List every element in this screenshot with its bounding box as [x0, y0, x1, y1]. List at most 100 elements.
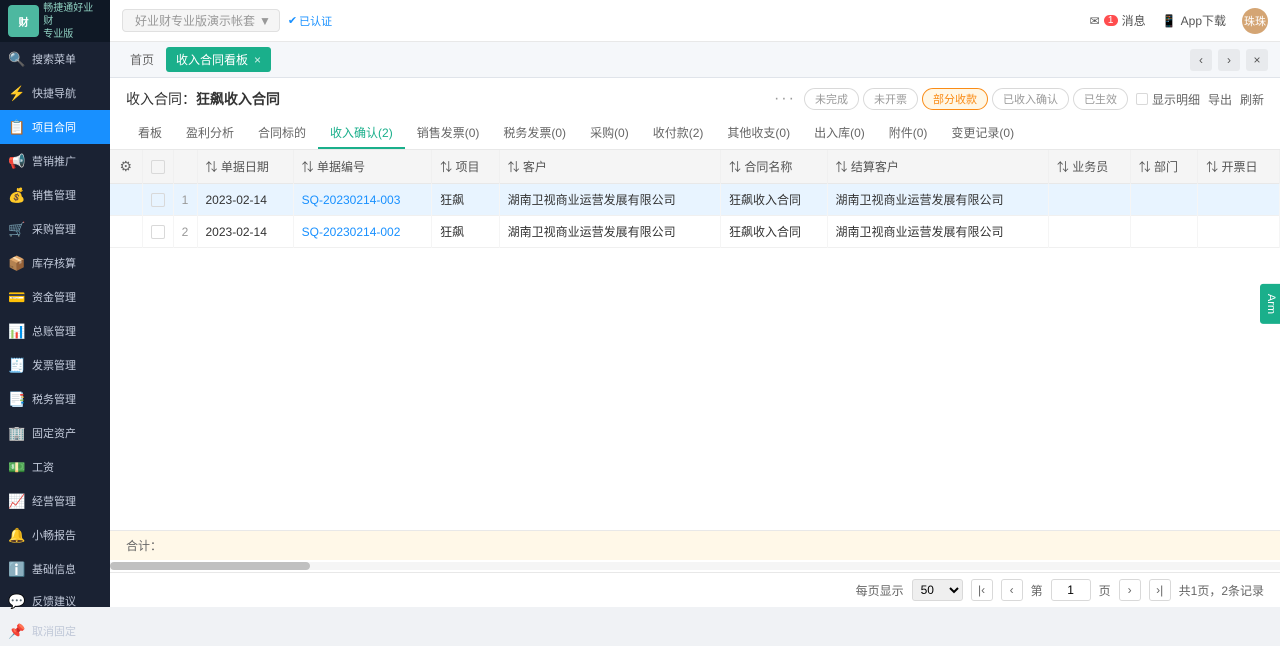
table-row[interactable]: 2 2023-02-14 SQ-20230214-002 狂飙 湖南卫视商业运营…: [110, 216, 1280, 248]
sub-tab-11[interactable]: 变更记录(0): [939, 118, 1026, 149]
sub-tab-1[interactable]: 盈利分析: [174, 118, 246, 149]
status-btn-effective[interactable]: 已生效: [1073, 88, 1128, 110]
sidebar-item-营销推广[interactable]: 📢 营销推广: [0, 144, 110, 178]
avatar: 珠珠: [1242, 8, 1268, 34]
more-btn[interactable]: ···: [774, 90, 796, 108]
sidebar-item-快捷导航[interactable]: ⚡ 快捷导航: [0, 76, 110, 110]
cell-date-0: 2023-02-14: [197, 184, 293, 216]
sidebar-item-feedback[interactable]: 💬 反馈建议: [0, 586, 110, 616]
sidebar-item-unpin[interactable]: 📌 取消固定: [0, 616, 110, 646]
cell-num-1: 2: [173, 216, 197, 248]
status-btn-uninvoiced[interactable]: 未开票: [863, 88, 918, 110]
app-download-btn[interactable]: 📱 App下载: [1162, 12, 1226, 29]
th-order-sort[interactable]: ⇅ 单据编号: [302, 160, 365, 174]
sub-tab-8[interactable]: 其他收支(0): [715, 118, 802, 149]
topbar: 好业财专业版演示帐套 ▼ ✔ 已认证 ✉ 1 消息 📱 App下载 珠珠: [110, 0, 1280, 42]
table-container[interactable]: ⚙ ⇅ 单据日期 ⇅ 单据编号 ⇅ 项目: [110, 150, 1280, 530]
tab-close-icon[interactable]: ×: [254, 53, 261, 67]
order-link-1[interactable]: SQ-20230214-002: [302, 225, 401, 239]
status-btn-partial[interactable]: 部分收款: [922, 88, 988, 110]
page-input[interactable]: [1051, 579, 1091, 601]
th-open-date-sort[interactable]: ⇅ 开票日: [1206, 160, 1257, 174]
th-date-sort[interactable]: ⇅ 单据日期: [206, 160, 269, 174]
sidebar-item-基础信息[interactable]: ℹ️ 基础信息: [0, 552, 110, 586]
tab-next-btn[interactable]: ›: [1218, 49, 1240, 71]
table-row[interactable]: 1 2023-02-14 SQ-20230214-003 狂飙 湖南卫视商业运营…: [110, 184, 1280, 216]
sidebar-icon-14: 🔔: [8, 526, 26, 544]
sidebar-icon-10: 📑: [8, 390, 26, 408]
th-project: ⇅ 项目: [432, 150, 499, 184]
th-settlement-sort[interactable]: ⇅ 结算客户: [836, 160, 899, 174]
page-next-btn[interactable]: ›: [1119, 579, 1141, 601]
th-contract-sort[interactable]: ⇅ 合同名称: [729, 160, 792, 174]
sidebar-item-库存核算[interactable]: 📦 库存核算: [0, 246, 110, 280]
sidebar-item-经营管理[interactable]: 📈 经营管理: [0, 484, 110, 518]
tab-contract-board[interactable]: 收入合同看板 ×: [166, 47, 271, 72]
sidebar-icon-3: 📢: [8, 152, 26, 170]
sub-tab-9[interactable]: 出入库(0): [802, 118, 877, 149]
page-first-btn[interactable]: |‹: [971, 579, 993, 601]
sidebar-item-税务管理[interactable]: 📑 税务管理: [0, 382, 110, 416]
sub-tab-7[interactable]: 收付款(2): [641, 118, 716, 149]
sidebar-item-固定资产[interactable]: 🏢 固定资产: [0, 416, 110, 450]
per-page-select[interactable]: 50 100 200: [912, 579, 963, 601]
right-float-action[interactable]: Arm: [1260, 283, 1280, 323]
status-btn-uncompleted[interactable]: 未完成: [804, 88, 859, 110]
sidebar-item-工资[interactable]: 💵 工资: [0, 450, 110, 484]
table-footer: 合计：: [110, 530, 1280, 560]
topbar-right: ✉ 1 消息 📱 App下载 珠珠: [1090, 8, 1268, 34]
avatar-text: 珠珠: [1244, 13, 1266, 29]
export-btn[interactable]: 导出: [1208, 91, 1232, 108]
sub-tab-5[interactable]: 税务发票(0): [491, 118, 578, 149]
sidebar-item-销售管理[interactable]: 💰 销售管理: [0, 178, 110, 212]
tab-close-btn[interactable]: ×: [1246, 49, 1268, 71]
show-detail-checkbox[interactable]: [1136, 93, 1148, 105]
th-date: ⇅ 单据日期: [197, 150, 293, 184]
sidebar-label-3: 营销推广: [32, 153, 76, 169]
sub-tab-10[interactable]: 附件(0): [877, 118, 940, 149]
sub-tab-2[interactable]: 合同标的: [246, 118, 318, 149]
show-detail: 显示明细: [1136, 91, 1200, 108]
sidebar-item-资金管理[interactable]: 💳 资金管理: [0, 280, 110, 314]
order-link-0[interactable]: SQ-20230214-003: [302, 193, 401, 207]
th-settings[interactable]: ⚙: [110, 150, 142, 184]
sidebar-label-7: 资金管理: [32, 289, 76, 305]
message-btn[interactable]: ✉ 1 消息: [1090, 12, 1146, 29]
sub-tab-4[interactable]: 销售发票(0): [405, 118, 492, 149]
status-btn-confirmed[interactable]: 已收入确认: [992, 88, 1069, 110]
sidebar-item-总账管理[interactable]: 📊 总账管理: [0, 314, 110, 348]
page-prev-btn[interactable]: ‹: [1001, 579, 1023, 601]
sidebar-item-小畅报告[interactable]: 🔔 小畅报告: [0, 518, 110, 552]
sub-tab-0[interactable]: 看板: [126, 118, 174, 149]
header-checkbox[interactable]: [151, 160, 165, 174]
th-project-sort[interactable]: ⇅ 项目: [440, 160, 479, 174]
row-checkbox-1[interactable]: [151, 225, 165, 239]
settings-icon[interactable]: ⚙: [119, 158, 132, 174]
cell-order-0: SQ-20230214-003: [293, 184, 432, 216]
tab-prev-btn[interactable]: ‹: [1190, 49, 1212, 71]
th-dept-sort[interactable]: ⇅ 部门: [1139, 160, 1178, 174]
sidebar-icon-1: ⚡: [8, 84, 26, 102]
horizontal-scrollbar[interactable]: [110, 562, 1280, 570]
scrollbar-thumb[interactable]: [110, 562, 310, 570]
sidebar-item-采购管理[interactable]: 🛒 采购管理: [0, 212, 110, 246]
tab-home[interactable]: 首页: [122, 47, 162, 72]
page-last-btn[interactable]: ›|: [1149, 579, 1171, 601]
sub-tab-3[interactable]: 收入确认(2): [318, 118, 405, 149]
row-checkbox-0[interactable]: [151, 193, 165, 207]
page-title-row: 收入合同： 狂飙收入合同 ··· 未完成未开票部分收款已收入确认已生效 显示明细…: [126, 88, 1264, 110]
cell-order-1: SQ-20230214-002: [293, 216, 432, 248]
sidebar-label-11: 固定资产: [32, 425, 76, 441]
sidebar-item-项目合同[interactable]: 📋 项目合同: [0, 110, 110, 144]
sidebar-item-搜索菜单[interactable]: 🔍 搜索菜单: [0, 42, 110, 76]
refresh-btn[interactable]: 刷新: [1240, 91, 1264, 108]
user-avatar-btn[interactable]: 珠珠: [1242, 8, 1268, 34]
th-customer-sort[interactable]: ⇅ 客户: [508, 160, 547, 174]
table-header-row: ⚙ ⇅ 单据日期 ⇅ 单据编号 ⇅ 项目: [110, 150, 1280, 184]
th-salesman-sort[interactable]: ⇅ 业务员: [1057, 160, 1108, 174]
company-selector[interactable]: 好业财专业版演示帐套 ▼: [122, 9, 280, 32]
page-title-name: 狂飙收入合同: [196, 89, 280, 109]
sub-tab-6[interactable]: 采购(0): [578, 118, 641, 149]
sidebar-item-发票管理[interactable]: 🧾 发票管理: [0, 348, 110, 382]
page-actions: ··· 未完成未开票部分收款已收入确认已生效 显示明细 导出 刷新: [774, 88, 1264, 110]
